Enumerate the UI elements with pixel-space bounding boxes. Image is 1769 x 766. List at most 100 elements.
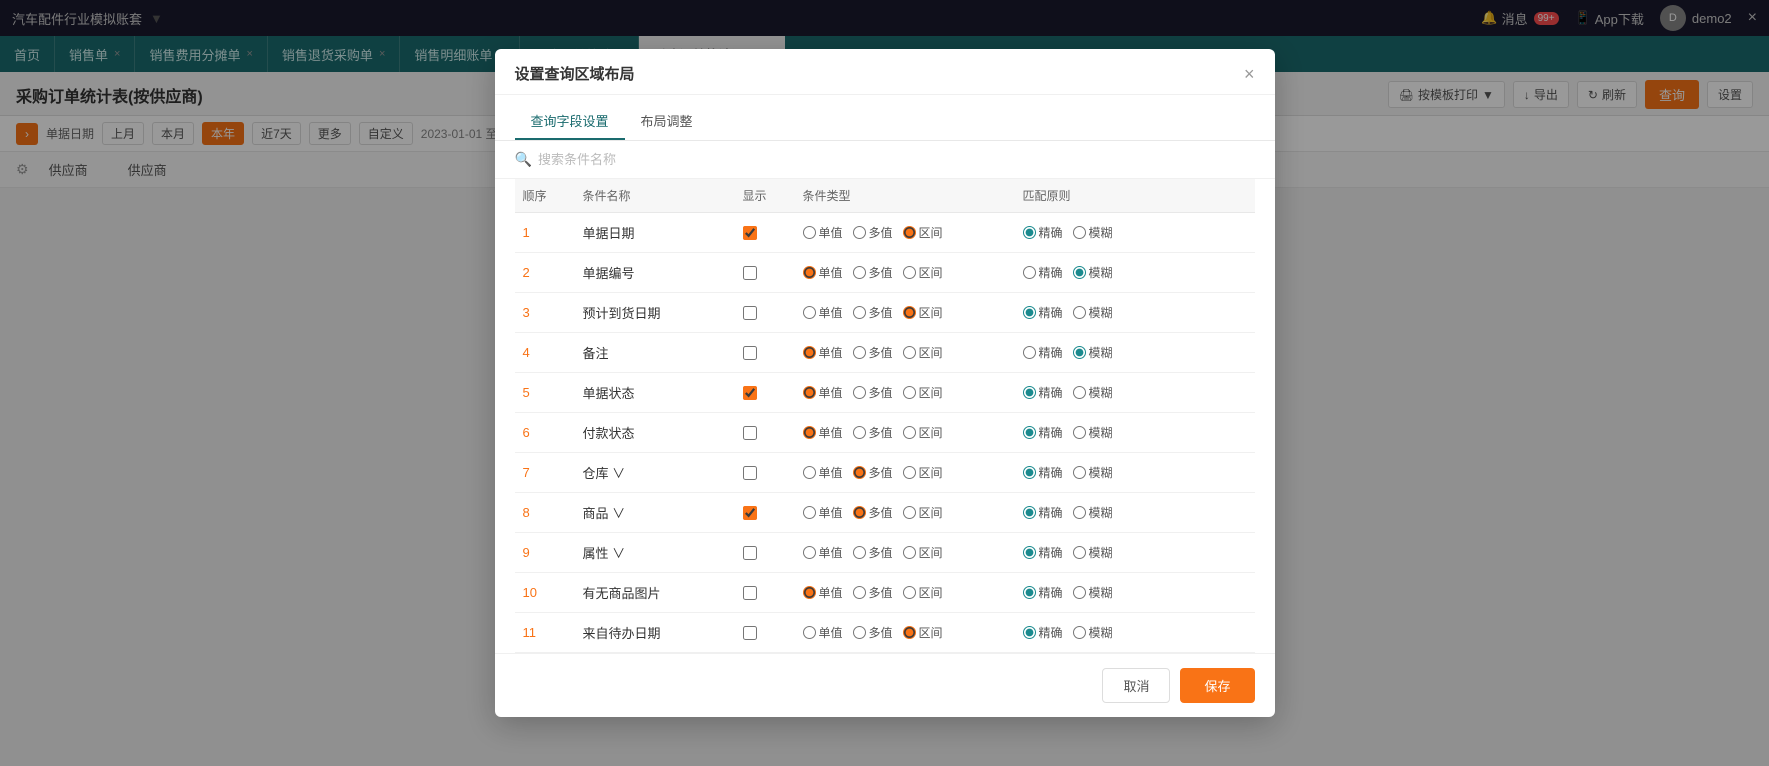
type-radio-6-1[interactable] [853,466,866,479]
match-radio-label-2-1[interactable]: 模糊 [1073,304,1113,321]
match-radio-label-6-1[interactable]: 模糊 [1073,464,1113,481]
display-checkbox-6[interactable] [743,466,757,480]
match-radio-6-0[interactable] [1023,466,1036,479]
type-radio-label-8-0[interactable]: 单值 [803,544,843,561]
match-radio-label-7-0[interactable]: 精确 [1023,504,1063,521]
save-button[interactable]: 保存 [1180,668,1254,703]
dialog-tab-query-fields[interactable]: 查询字段设置 [515,105,625,140]
type-radio-2-2[interactable] [903,306,916,319]
type-radio-5-0[interactable] [803,426,816,439]
type-radio-8-2[interactable] [903,546,916,559]
type-radio-label-0-1[interactable]: 多值 [853,224,893,241]
type-radio-10-0[interactable] [803,626,816,639]
match-radio-1-1[interactable] [1073,266,1086,279]
match-radio-5-1[interactable] [1073,426,1086,439]
match-radio-0-0[interactable] [1023,226,1036,239]
type-radio-label-6-0[interactable]: 单值 [803,464,843,481]
match-radio-2-1[interactable] [1073,306,1086,319]
match-radio-label-3-1[interactable]: 模糊 [1073,344,1113,361]
match-radio-0-1[interactable] [1073,226,1086,239]
type-radio-label-4-1[interactable]: 多值 [853,384,893,401]
match-radio-label-3-0[interactable]: 精确 [1023,344,1063,361]
match-radio-label-5-0[interactable]: 精确 [1023,424,1063,441]
type-radio-5-1[interactable] [853,426,866,439]
row-display-8[interactable] [735,546,795,560]
type-radio-label-5-2[interactable]: 区间 [903,424,943,441]
match-radio-label-7-1[interactable]: 模糊 [1073,504,1113,521]
type-radio-9-2[interactable] [903,586,916,599]
display-checkbox-2[interactable] [743,306,757,320]
type-radio-label-8-2[interactable]: 区间 [903,544,943,561]
type-radio-label-9-2[interactable]: 区间 [903,584,943,601]
match-radio-label-4-1[interactable]: 模糊 [1073,384,1113,401]
match-radio-7-0[interactable] [1023,506,1036,519]
display-checkbox-9[interactable] [743,586,757,600]
type-radio-1-2[interactable] [903,266,916,279]
type-radio-label-2-2[interactable]: 区间 [903,304,943,321]
type-radio-6-0[interactable] [803,466,816,479]
display-checkbox-7[interactable] [743,506,757,520]
type-radio-8-0[interactable] [803,546,816,559]
match-radio-label-8-0[interactable]: 精确 [1023,544,1063,561]
type-radio-8-1[interactable] [853,546,866,559]
row-display-6[interactable] [735,466,795,480]
type-radio-label-10-1[interactable]: 多值 [853,624,893,641]
type-radio-7-2[interactable] [903,506,916,519]
type-radio-5-2[interactable] [903,426,916,439]
type-radio-label-5-0[interactable]: 单值 [803,424,843,441]
type-radio-label-4-2[interactable]: 区间 [903,384,943,401]
display-checkbox-8[interactable] [743,546,757,560]
type-radio-1-1[interactable] [853,266,866,279]
type-radio-7-0[interactable] [803,506,816,519]
match-radio-7-1[interactable] [1073,506,1086,519]
type-radio-label-9-0[interactable]: 单值 [803,584,843,601]
type-radio-label-10-0[interactable]: 单值 [803,624,843,641]
type-radio-4-0[interactable] [803,386,816,399]
type-radio-label-9-1[interactable]: 多值 [853,584,893,601]
type-radio-3-0[interactable] [803,346,816,359]
match-radio-6-1[interactable] [1073,466,1086,479]
type-radio-4-1[interactable] [853,386,866,399]
row-display-7[interactable] [735,506,795,520]
match-radio-1-0[interactable] [1023,266,1036,279]
type-radio-0-0[interactable] [803,226,816,239]
type-radio-label-10-2[interactable]: 区间 [903,624,943,641]
match-radio-label-10-0[interactable]: 精确 [1023,624,1063,641]
match-radio-label-1-1[interactable]: 模糊 [1073,264,1113,281]
row-display-5[interactable] [735,426,795,440]
cancel-button[interactable]: 取消 [1102,668,1170,703]
type-radio-4-2[interactable] [903,386,916,399]
match-radio-label-9-1[interactable]: 模糊 [1073,584,1113,601]
match-radio-9-1[interactable] [1073,586,1086,599]
type-radio-9-0[interactable] [803,586,816,599]
row-display-2[interactable] [735,306,795,320]
type-radio-2-1[interactable] [853,306,866,319]
type-radio-10-1[interactable] [853,626,866,639]
row-display-9[interactable] [735,586,795,600]
display-checkbox-3[interactable] [743,346,757,360]
type-radio-10-2[interactable] [903,626,916,639]
match-radio-8-0[interactable] [1023,546,1036,559]
type-radio-6-2[interactable] [903,466,916,479]
display-checkbox-1[interactable] [743,266,757,280]
match-radio-label-2-0[interactable]: 精确 [1023,304,1063,321]
type-radio-label-6-1[interactable]: 多值 [853,464,893,481]
type-radio-9-1[interactable] [853,586,866,599]
match-radio-4-1[interactable] [1073,386,1086,399]
row-display-3[interactable] [735,346,795,360]
match-radio-label-4-0[interactable]: 精确 [1023,384,1063,401]
match-radio-label-1-0[interactable]: 精确 [1023,264,1063,281]
type-radio-label-7-1[interactable]: 多值 [853,504,893,521]
type-radio-label-7-2[interactable]: 区间 [903,504,943,521]
dialog-tab-layout[interactable]: 布局调整 [625,105,709,140]
display-checkbox-5[interactable] [743,426,757,440]
search-input[interactable] [538,152,738,167]
type-radio-2-0[interactable] [803,306,816,319]
match-radio-label-5-1[interactable]: 模糊 [1073,424,1113,441]
match-radio-9-0[interactable] [1023,586,1036,599]
type-radio-1-0[interactable] [803,266,816,279]
match-radio-2-0[interactable] [1023,306,1036,319]
display-checkbox-4[interactable] [743,386,757,400]
type-radio-7-1[interactable] [853,506,866,519]
type-radio-label-6-2[interactable]: 区间 [903,464,943,481]
